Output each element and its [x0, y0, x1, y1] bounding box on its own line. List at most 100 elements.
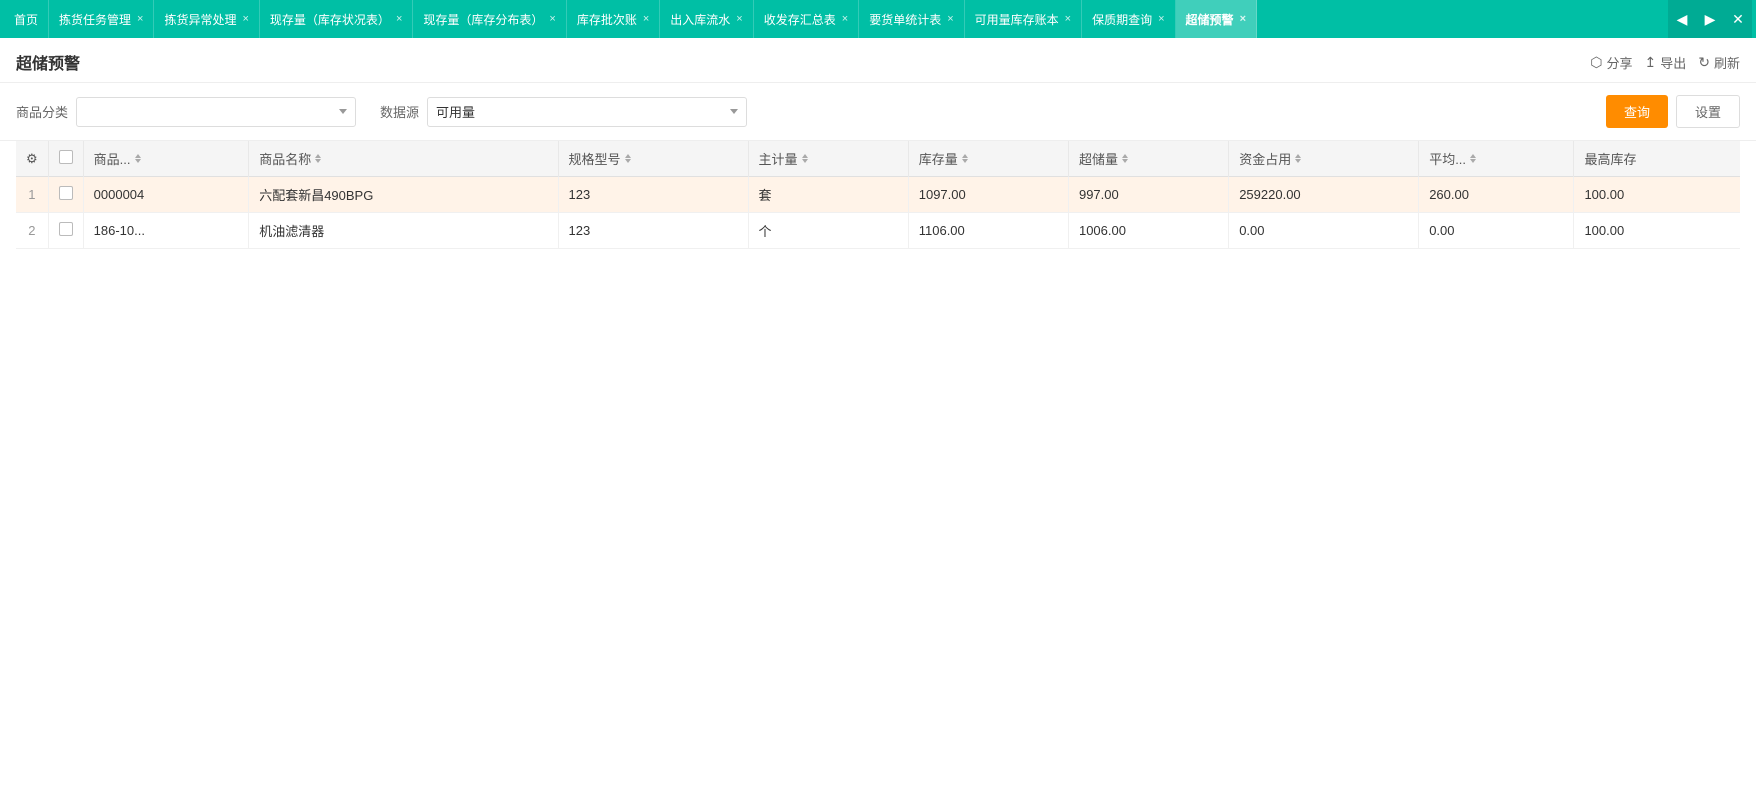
column-max-stock-label: 最高库存 [1584, 152, 1636, 167]
row-checkbox-icon-1[interactable] [59, 186, 73, 200]
column-avg-label: 平均... [1429, 149, 1466, 168]
select-all-checkbox[interactable] [59, 150, 73, 164]
nav-tab-quality[interactable]: 保质期查询 × [1082, 0, 1175, 38]
cell-avg-1: 260.00 [1419, 177, 1574, 213]
page-title: 超储预警 [16, 50, 80, 74]
row-num-2: 2 [16, 213, 48, 249]
cell-product-code-1: 0000004 [83, 177, 249, 213]
close-icon-available[interactable]: × [1065, 13, 1071, 25]
column-overstock[interactable]: 超储量 [1068, 141, 1228, 177]
nav-tab-batch-label: 库存批次账 [577, 11, 637, 28]
nav-tab-stock-dist[interactable]: 现存量（库存分布表） × [413, 0, 566, 38]
share-icon: ⬡ [1590, 54, 1602, 71]
cell-overstock-1: 997.00 [1068, 177, 1228, 213]
sort-icon-spec [625, 154, 631, 163]
export-label: 导出 [1660, 53, 1686, 72]
nav-tab-inout-label: 出入库流水 [670, 11, 730, 28]
column-product-code[interactable]: 商品... [83, 141, 249, 177]
table-row: 1 0000004 六配套新昌490BPG 123 套 1097.00 997.… [16, 177, 1740, 213]
chevron-down-icon [339, 109, 347, 114]
close-icon-stock-status[interactable]: × [396, 13, 402, 25]
column-unit-label: 主计量 [759, 149, 798, 168]
nav-tab-quality-label: 保质期查询 [1092, 11, 1152, 28]
nav-tab-inout[interactable]: 出入库流水 × [660, 0, 753, 38]
product-category-label: 商品分类 [16, 102, 68, 121]
nav-tab-batch[interactable]: 库存批次账 × [567, 0, 660, 38]
filter-row: 商品分类 数据源 可用量 查询 设置 [0, 83, 1756, 141]
close-icon-task[interactable]: × [137, 13, 143, 25]
column-capital[interactable]: 资金占用 [1229, 141, 1419, 177]
sort-icon-capital [1295, 154, 1301, 163]
sort-arrow-down [135, 159, 141, 163]
nav-tab-order-stat[interactable]: 要货单统计表 × [859, 0, 964, 38]
refresh-label: 刷新 [1714, 53, 1740, 72]
nav-tab-collect[interactable]: 收发存汇总表 × [754, 0, 859, 38]
close-icon-batch[interactable]: × [643, 13, 649, 25]
close-icon-quality[interactable]: × [1158, 13, 1164, 25]
sort-arrow-up6 [1122, 154, 1128, 158]
nav-tab-task[interactable]: 拣货任务管理 × [49, 0, 154, 38]
share-button[interactable]: ⬡ 分享 [1590, 53, 1632, 72]
sort-icon-overstock [1122, 154, 1128, 163]
close-icon-inout[interactable]: × [736, 13, 742, 25]
cell-stock-1: 1097.00 [908, 177, 1068, 213]
nav-tab-available[interactable]: 可用量库存账本 × [965, 0, 1082, 38]
sort-icon-product-name [315, 154, 321, 163]
query-button[interactable]: 查询 [1606, 95, 1668, 128]
sort-arrow-down7 [1295, 159, 1301, 163]
nav-tab-overstock[interactable]: 超储预警 × [1176, 0, 1257, 38]
row-checkbox-1[interactable] [48, 177, 83, 213]
nav-tab-home[interactable]: 首页 [4, 0, 49, 38]
nav-arrow-right[interactable]: ▶ [1696, 0, 1724, 38]
column-spec[interactable]: 规格型号 [558, 141, 748, 177]
sort-arrow-down4 [802, 159, 808, 163]
export-button[interactable]: ↥ 导出 [1645, 53, 1687, 72]
sort-icon-unit [802, 154, 808, 163]
nav-tab-abnormal[interactable]: 拣货异常处理 × [154, 0, 259, 38]
product-category-filter: 商品分类 [16, 97, 356, 127]
column-stock[interactable]: 库存量 [908, 141, 1068, 177]
close-icon-order-stat[interactable]: × [947, 13, 953, 25]
product-category-select[interactable] [76, 97, 356, 127]
sort-icon-stock [962, 154, 968, 163]
nav-tab-abnormal-label: 拣货异常处理 [164, 11, 236, 28]
row-checkbox-icon-2[interactable] [59, 222, 73, 236]
nav-tab-task-label: 拣货任务管理 [59, 11, 131, 28]
data-source-label: 数据源 [380, 102, 419, 121]
filter-action-buttons: 查询 设置 [1606, 95, 1740, 128]
sort-icon-avg [1470, 154, 1476, 163]
column-product-code-label: 商品... [94, 149, 131, 168]
nav-arrow-close[interactable]: ✕ [1724, 0, 1752, 38]
row-checkbox-2[interactable] [48, 213, 83, 249]
column-product-name[interactable]: 商品名称 [249, 141, 558, 177]
column-settings[interactable]: ⚙ [16, 141, 48, 177]
cell-unit-2: 个 [748, 213, 908, 249]
column-avg[interactable]: 平均... [1419, 141, 1574, 177]
cell-max-stock-1: 100.00 [1574, 177, 1740, 213]
cell-unit-1: 套 [748, 177, 908, 213]
close-icon-stock-dist[interactable]: × [549, 13, 555, 25]
nav-tab-stock-status[interactable]: 现存量（库存状况表） × [260, 0, 413, 38]
sort-arrow-down6 [1122, 159, 1128, 163]
refresh-button[interactable]: ↻ 刷新 [1698, 53, 1740, 72]
column-unit[interactable]: 主计量 [748, 141, 908, 177]
cell-spec-1: 123 [558, 177, 748, 213]
page-header: 超储预警 ⬡ 分享 ↥ 导出 ↻ 刷新 [0, 38, 1756, 83]
column-overstock-label: 超储量 [1079, 149, 1118, 168]
settings-button[interactable]: 设置 [1676, 95, 1740, 128]
cell-capital-1: 259220.00 [1229, 177, 1419, 213]
close-icon-collect[interactable]: × [842, 13, 848, 25]
table-row: 2 186-10... 机油滤清器 123 个 1106.00 1006.00 … [16, 213, 1740, 249]
cell-product-name-2: 机油滤清器 [249, 213, 558, 249]
close-icon-abnormal[interactable]: × [242, 13, 248, 25]
column-max-stock: 最高库存 [1574, 141, 1740, 177]
data-source-select[interactable]: 可用量 [427, 97, 747, 127]
sort-arrow-up4 [802, 154, 808, 158]
share-label: 分享 [1606, 53, 1632, 72]
nav-tab-collect-label: 收发存汇总表 [764, 11, 836, 28]
nav-arrow-left[interactable]: ◀ [1668, 0, 1696, 38]
close-icon-overstock[interactable]: × [1240, 13, 1246, 25]
nav-tab-order-stat-label: 要货单统计表 [869, 11, 941, 28]
sort-arrow-down8 [1470, 159, 1476, 163]
sort-arrow-up2 [315, 154, 321, 158]
